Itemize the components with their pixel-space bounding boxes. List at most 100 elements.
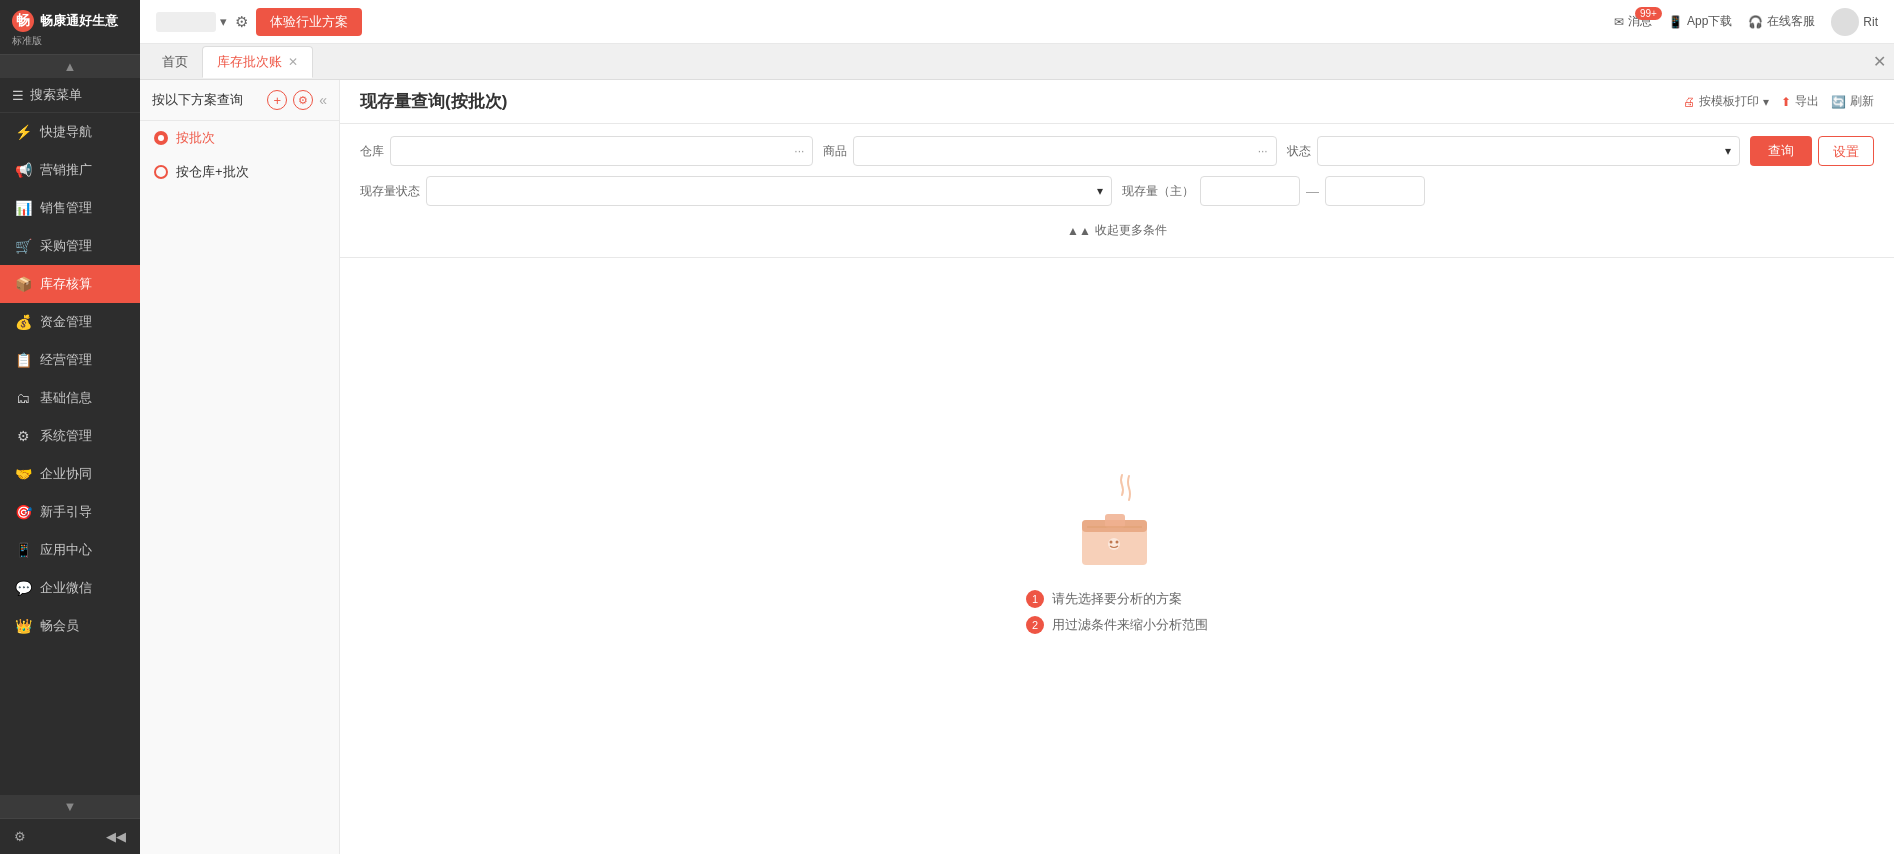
sidebar-item-label: 资金管理	[40, 313, 92, 331]
hint-text-2: 用过滤条件来缩小分析范围	[1052, 616, 1208, 634]
apps-icon: 📱	[14, 541, 32, 559]
sidebar-header: 畅 畅康通好生意 标准版	[0, 0, 140, 55]
username-label: Rit	[1863, 15, 1878, 29]
settings-icon[interactable]: ⚙	[235, 13, 248, 31]
logo-icon: 畅	[12, 10, 34, 32]
sidebar-item-member[interactable]: 👑 畅会员	[0, 607, 140, 645]
filter-row-2: 现存量状态 ▾ 现存量（主） —	[360, 176, 1874, 206]
online-service-btn[interactable]: 🎧 在线客服	[1748, 13, 1815, 30]
export-btn[interactable]: ⬆ 导出	[1781, 93, 1819, 110]
sales-icon: 📊	[14, 199, 32, 217]
svg-point-6	[1116, 541, 1119, 544]
stock-qty-filter-group: 现存量（主） —	[1122, 176, 1874, 206]
sidebar: 畅 畅康通好生意 标准版 ▲ ☰ 搜索菜单 ⚡ 快捷导航 📢 营销推广 📊 销售…	[0, 0, 140, 854]
svg-rect-2	[1105, 514, 1125, 528]
refresh-btn[interactable]: 🔄 刷新	[1831, 93, 1874, 110]
user-avatar-area[interactable]: Rit	[1831, 8, 1878, 36]
empty-hint-1: 1 请先选择要分析的方案	[1026, 590, 1208, 608]
export-label: 导出	[1795, 93, 1819, 110]
sidebar-item-label: 新手引导	[40, 503, 92, 521]
chevron-down-icon: ▾	[1725, 144, 1731, 158]
add-scheme-btn[interactable]: +	[267, 90, 287, 110]
print-icon: 🖨	[1683, 95, 1695, 109]
sidebar-item-label: 销售管理	[40, 199, 92, 217]
scroll-up-btn[interactable]: ▲	[0, 55, 140, 78]
message-icon: ✉	[1614, 15, 1624, 29]
svg-point-5	[1110, 541, 1113, 544]
sidebar-item-operations[interactable]: 📋 经营管理	[0, 341, 140, 379]
goods-input-wrapper: ···	[853, 136, 1276, 166]
dropdown-text	[156, 12, 216, 32]
settings-btn[interactable]: 设置	[1818, 136, 1874, 166]
scroll-down-btn[interactable]: ▼	[0, 795, 140, 818]
sidebar-item-newbie[interactable]: 🎯 新手引导	[0, 493, 140, 531]
left-panel: 按以下方案查询 + ⚙ « 按批次 按仓库+批次	[140, 80, 340, 854]
goods-input[interactable]	[854, 136, 1249, 166]
goods-filter-group: 商品 ···	[823, 136, 1276, 166]
sidebar-search[interactable]: ☰ 搜索菜单	[0, 78, 140, 113]
status-select[interactable]: ▾	[1317, 136, 1740, 166]
sidebar-item-label: 经营管理	[40, 351, 92, 369]
content-area: 按以下方案查询 + ⚙ « 按批次 按仓库+批次	[140, 80, 1894, 854]
topbar-dropdown[interactable]: ▾	[156, 12, 227, 32]
sidebar-item-sales[interactable]: 📊 销售管理	[0, 189, 140, 227]
sidebar-item-basic[interactable]: 🗂 基础信息	[0, 379, 140, 417]
collapse-filters-row[interactable]: ▲▲ 收起更多条件	[360, 216, 1874, 245]
sidebar-item-label: 应用中心	[40, 541, 92, 559]
print-template-label: 按模板打印	[1699, 93, 1759, 110]
tab-inventory-batch[interactable]: 库存批次账 ✕	[202, 46, 313, 78]
collapse-left-icon[interactable]: «	[319, 92, 327, 108]
app-download-btn[interactable]: 📱 App下载	[1668, 13, 1732, 30]
collapse-sidebar-btn[interactable]: ◀◀	[106, 829, 126, 844]
warehouse-filter-group: 仓库 ···	[360, 136, 813, 166]
sidebar-item-collab[interactable]: 🤝 企业协同	[0, 455, 140, 493]
warehouse-input[interactable]	[391, 136, 786, 166]
scheme-item-by-batch[interactable]: 按批次	[140, 121, 339, 155]
scheme-settings-btn[interactable]: ⚙	[293, 90, 313, 110]
stock-status-label: 现存量状态	[360, 183, 420, 200]
sidebar-item-wechat[interactable]: 💬 企业微信	[0, 569, 140, 607]
warehouse-more-btn[interactable]: ···	[786, 144, 812, 158]
goods-more-btn[interactable]: ···	[1250, 144, 1276, 158]
basic-icon: 🗂	[14, 389, 32, 407]
sidebar-item-apps[interactable]: 📱 应用中心	[0, 531, 140, 569]
operations-icon: 📋	[14, 351, 32, 369]
stock-qty-min-input[interactable]	[1200, 176, 1300, 206]
panel-close-btn[interactable]: ✕	[1873, 52, 1886, 71]
topbar-right: ✉ 消息 99+ 📱 App下载 🎧 在线客服 Rit	[1614, 8, 1878, 36]
sidebar-item-label: 畅会员	[40, 617, 79, 635]
goods-label: 商品	[823, 143, 847, 160]
sidebar-item-purchase[interactable]: 🛒 采购管理	[0, 227, 140, 265]
tabs-bar: 首页 库存批次账 ✕ ✕	[140, 44, 1894, 80]
sidebar-item-system[interactable]: ⚙ 系统管理	[0, 417, 140, 455]
query-btn[interactable]: 查询	[1750, 136, 1812, 166]
quick-nav-icon: ⚡	[14, 123, 32, 141]
print-chevron-icon[interactable]: ▾	[1763, 95, 1769, 109]
tab-home-label: 首页	[162, 53, 188, 71]
hint-text-1: 请先选择要分析的方案	[1052, 590, 1182, 608]
sidebar-item-label: 企业微信	[40, 579, 92, 597]
right-panel: 现存量查询(按批次) 🖨 按模板打印 ▾ ⬆ 导出 🔄 刷新	[340, 80, 1894, 854]
sidebar-item-marketing[interactable]: 📢 营销推广	[0, 151, 140, 189]
settings-footer-btn[interactable]: ⚙	[14, 829, 26, 844]
stock-status-filter-group: 现存量状态 ▾	[360, 176, 1112, 206]
print-template-btn[interactable]: 🖨 按模板打印 ▾	[1683, 93, 1769, 110]
filter-row-1: 仓库 ··· 商品 ···	[360, 136, 1874, 166]
app-download-icon: 📱	[1668, 15, 1683, 29]
tab-close-icon[interactable]: ✕	[288, 55, 298, 69]
empty-illustration	[1067, 470, 1167, 570]
empty-hints: 1 请先选择要分析的方案 2 用过滤条件来缩小分析范围	[1026, 590, 1208, 642]
trial-industry-btn[interactable]: 体验行业方案	[256, 8, 362, 36]
sidebar-item-finance[interactable]: 💰 资金管理	[0, 303, 140, 341]
scheme-item-by-warehouse-batch[interactable]: 按仓库+批次	[140, 155, 339, 189]
chevron-down-icon: ▾	[220, 14, 227, 29]
messages-btn[interactable]: ✉ 消息 99+	[1614, 13, 1652, 30]
left-panel-actions: + ⚙ «	[267, 90, 327, 110]
sidebar-item-quick-nav[interactable]: ⚡ 快捷导航	[0, 113, 140, 151]
scheme-label: 按仓库+批次	[176, 163, 249, 181]
stock-status-select[interactable]: ▾	[426, 176, 1112, 206]
sidebar-item-inventory[interactable]: 📦 库存核算	[0, 265, 140, 303]
member-icon: 👑	[14, 617, 32, 635]
tab-home[interactable]: 首页	[148, 47, 202, 77]
stock-qty-max-input[interactable]	[1325, 176, 1425, 206]
